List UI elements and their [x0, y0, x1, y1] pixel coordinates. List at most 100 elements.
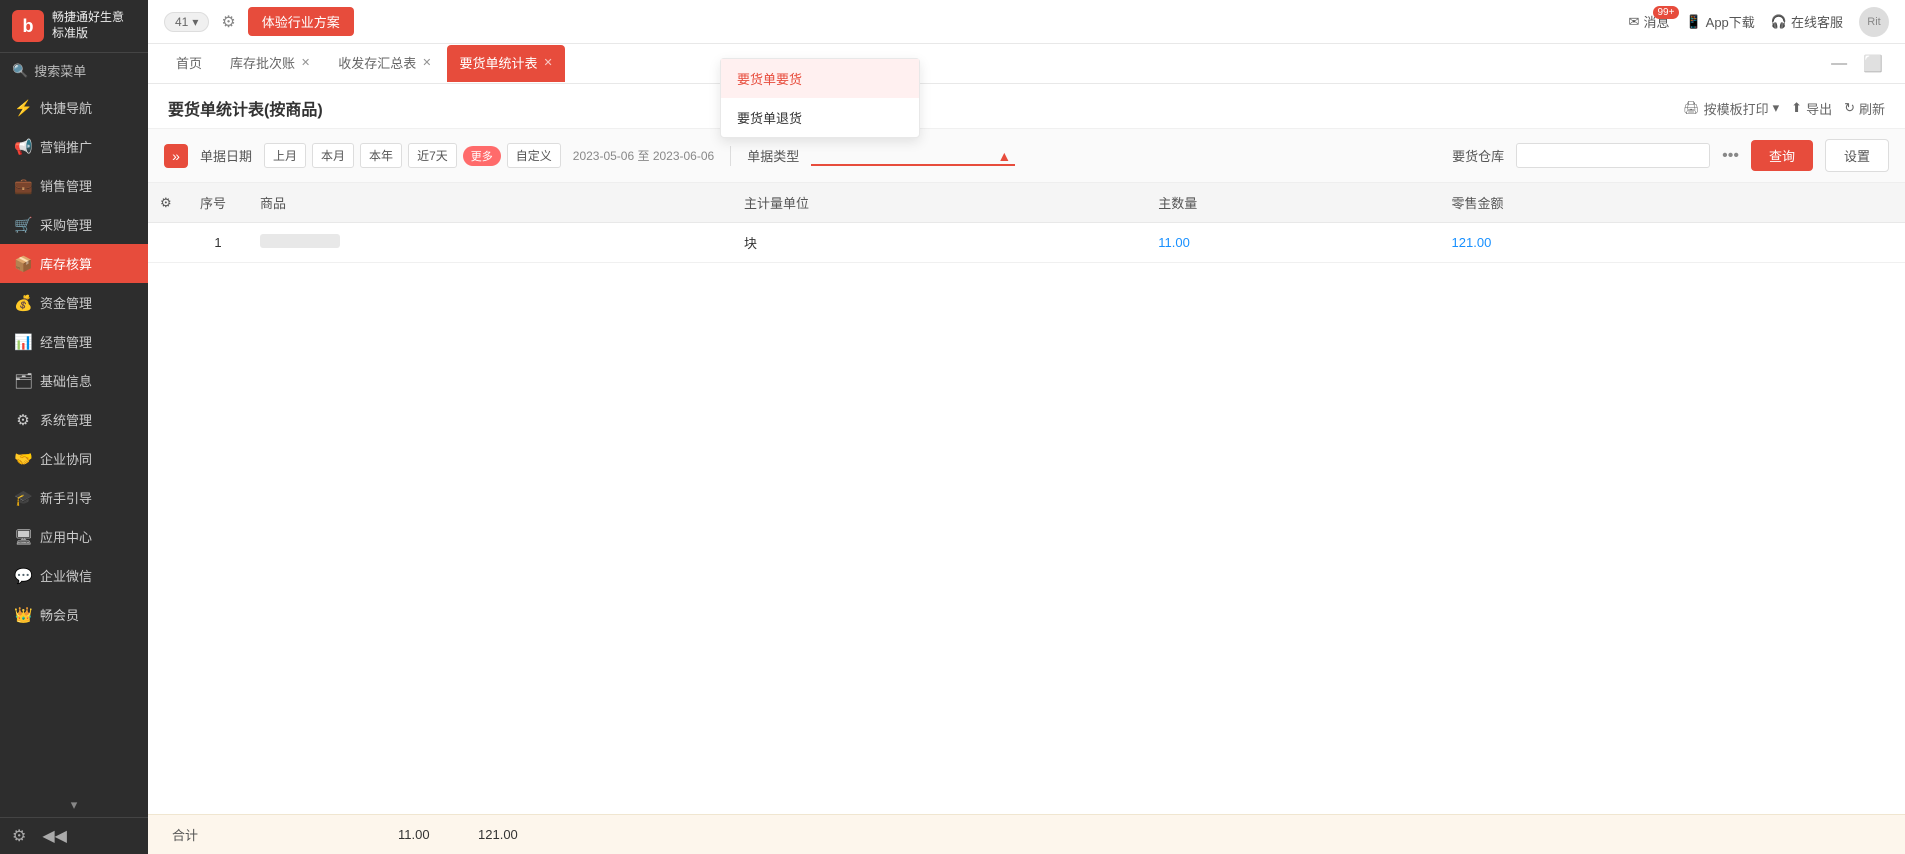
- tab-minimize-icon[interactable]: —: [1825, 51, 1853, 77]
- print-template-btn[interactable]: 🖨 按模板打印 ▾: [1683, 99, 1779, 118]
- app-download-btn[interactable]: 📱 App下载: [1685, 12, 1754, 31]
- sidebar-item-sales[interactable]: 💼 销售管理: [0, 166, 148, 205]
- messages-btn[interactable]: ✉ 消息 99+: [1629, 12, 1670, 31]
- table-footer: 合计 11.00 121.00: [148, 814, 1905, 854]
- sidebar-scroll-down[interactable]: ▾: [0, 793, 148, 817]
- customer-service-btn[interactable]: 🎧 在线客服: [1771, 12, 1843, 31]
- sidebar-item-label: 销售管理: [40, 176, 92, 195]
- date-last-month-btn[interactable]: 上月: [264, 143, 306, 168]
- tab-home[interactable]: 首页: [164, 45, 214, 82]
- tab-receive-summary[interactable]: 收发存汇总表 ✕: [326, 45, 443, 82]
- query-btn[interactable]: 查询: [1751, 140, 1813, 171]
- phone-icon: 📱: [1685, 14, 1701, 30]
- type-input[interactable]: [811, 145, 1015, 166]
- dropdown-item-incoming[interactable]: 要货单要货: [721, 84, 919, 98]
- search-menu-label: 搜索菜单: [34, 61, 86, 80]
- row-extra: [1793, 223, 1905, 263]
- export-btn[interactable]: ⬆ 导出: [1791, 99, 1832, 118]
- headset-icon: 🎧: [1771, 14, 1787, 30]
- warehouse-label: 要货仓库: [1452, 146, 1504, 165]
- sidebar-item-inventory[interactable]: 📦 库存核算: [0, 244, 148, 283]
- col-product: 商品: [248, 183, 732, 223]
- col-extra: [1793, 183, 1905, 223]
- sidebar-item-label: 快捷导航: [40, 98, 92, 117]
- sidebar-item-label: 经营管理: [40, 332, 92, 351]
- dropdown-item-return[interactable]: 要货单退货: [721, 98, 919, 137]
- basic-info-icon: 🗂: [14, 372, 32, 390]
- sidebar-item-purchase[interactable]: 🛒 采购管理: [0, 205, 148, 244]
- set-btn[interactable]: 设置: [1825, 139, 1889, 172]
- avatar[interactable]: Rit: [1859, 7, 1889, 37]
- sidebar-item-wechat[interactable]: 💬 企业微信: [0, 556, 148, 595]
- col-amount: 零售金额: [1440, 183, 1794, 223]
- col-settings[interactable]: ⚙: [148, 183, 188, 223]
- warehouse-input[interactable]: [1516, 143, 1710, 168]
- sidebar-item-quick-nav[interactable]: ⚡ 快捷导航: [0, 88, 148, 127]
- type-select: ▲: [811, 145, 1015, 166]
- tab-expand-icon[interactable]: ⬜: [1857, 50, 1889, 78]
- sidebar-item-vip[interactable]: 👑 畅会员: [0, 595, 148, 634]
- table-container: ⚙ 序号 商品 主计量单位 主数量 零售金额 1: [148, 183, 1905, 814]
- date-label: 单据日期: [200, 146, 252, 165]
- type-label: 单据类型: [747, 146, 799, 165]
- search-menu-item[interactable]: 🔍 搜索菜单: [0, 53, 148, 88]
- export-icon: ⬆: [1791, 100, 1802, 116]
- sidebar-item-system[interactable]: ⚙ 系统管理: [0, 400, 148, 439]
- sidebar-logo: b 畅捷通好生意 标准版: [0, 0, 148, 53]
- filter-separator: [730, 146, 731, 166]
- header-settings-icon[interactable]: ⚙: [221, 12, 235, 32]
- operations-icon: 📊: [14, 333, 32, 351]
- tab-inventory-batch[interactable]: 库存批次账 ✕: [218, 45, 322, 82]
- top-header: 41 ▾ ⚙ 体验行业方案 ✉ 消息 99+ 📱 App下载 🎧 在线客服 Ri…: [148, 0, 1905, 44]
- tab-bar: 首页 库存批次账 ✕ 收发存汇总表 ✕ 要货单统计表 ✕ — ⬜: [148, 44, 1905, 84]
- marketing-icon: 📢: [14, 138, 32, 156]
- industry-btn[interactable]: 体验行业方案: [248, 7, 354, 36]
- close-inventory-batch-icon[interactable]: ✕: [301, 56, 310, 69]
- date-more-btn[interactable]: 更多: [463, 146, 501, 166]
- date-custom-btn[interactable]: 自定义: [507, 143, 561, 168]
- finance-icon: 💰: [14, 294, 32, 312]
- sidebar-item-operations[interactable]: 📊 经营管理: [0, 322, 148, 361]
- page-title-bar: 要货单统计表(按商品) 🖨 按模板打印 ▾ ⬆ 导出 ↻ 刷新: [148, 84, 1905, 129]
- brand-name: 畅捷通好生意: [52, 10, 124, 26]
- filter-expand-btn[interactable]: »: [164, 144, 188, 168]
- enterprise-icon: 🤝: [14, 450, 32, 468]
- sales-icon: 💼: [14, 177, 32, 195]
- row-amount: 121.00: [1440, 223, 1794, 263]
- filter-more-dots-icon[interactable]: •••: [1722, 147, 1739, 165]
- sidebar-item-enterprise[interactable]: 🤝 企业协同: [0, 439, 148, 478]
- system-icon: ⚙: [14, 411, 32, 429]
- print-template-label: 按模板打印: [1704, 99, 1769, 118]
- close-receive-summary-icon[interactable]: ✕: [422, 56, 431, 69]
- refresh-btn[interactable]: ↻ 刷新: [1844, 99, 1885, 118]
- sidebar-item-app-center[interactable]: 🖥 应用中心: [0, 517, 148, 556]
- sidebar-item-guide[interactable]: 🎓 新手引导: [0, 478, 148, 517]
- sidebar-item-finance[interactable]: 💰 资金管理: [0, 283, 148, 322]
- quick-nav-icon: ⚡: [14, 99, 32, 117]
- tab-order-summary[interactable]: 要货单统计表 ✕: [447, 45, 564, 82]
- refresh-icon: ↻: [1844, 100, 1855, 116]
- date-this-month-btn[interactable]: 本月: [312, 143, 354, 168]
- amount-link[interactable]: 121.00: [1452, 235, 1492, 250]
- date-7days-btn[interactable]: 近7天: [408, 143, 457, 168]
- search-icon: 🔍: [12, 63, 28, 79]
- header-right: ✉ 消息 99+ 📱 App下载 🎧 在线客服 Rit: [1629, 7, 1889, 37]
- type-arrow-up-icon[interactable]: ▲: [997, 148, 1011, 164]
- quantity-link[interactable]: 11.00: [1158, 235, 1190, 250]
- sidebar-item-label: 系统管理: [40, 410, 92, 429]
- close-order-summary-icon[interactable]: ✕: [544, 56, 553, 69]
- sidebar-item-basic-info[interactable]: 🗂 基础信息: [0, 361, 148, 400]
- sidebar-nav: ⚡ 快捷导航 📢 营销推广 💼 销售管理 🛒 采购管理 📦 库存核算 💰 资金管…: [0, 88, 148, 793]
- date-this-year-btn[interactable]: 本年: [360, 143, 402, 168]
- expand-icon: »: [172, 148, 180, 164]
- sidebar-item-marketing[interactable]: 📢 营销推广: [0, 127, 148, 166]
- app-download-label: App下载: [1706, 12, 1755, 31]
- purchase-icon: 🛒: [14, 216, 32, 234]
- row-quantity: 11.00: [1146, 223, 1439, 263]
- col-quantity: 主数量: [1146, 183, 1439, 223]
- avatar-text: Rit: [1867, 16, 1880, 28]
- row-product: [248, 223, 732, 263]
- wechat-icon: 💬: [14, 567, 32, 585]
- sidebar-collapse-icon[interactable]: ◀◀: [42, 826, 67, 846]
- sidebar-settings-icon[interactable]: ⚙: [12, 826, 26, 846]
